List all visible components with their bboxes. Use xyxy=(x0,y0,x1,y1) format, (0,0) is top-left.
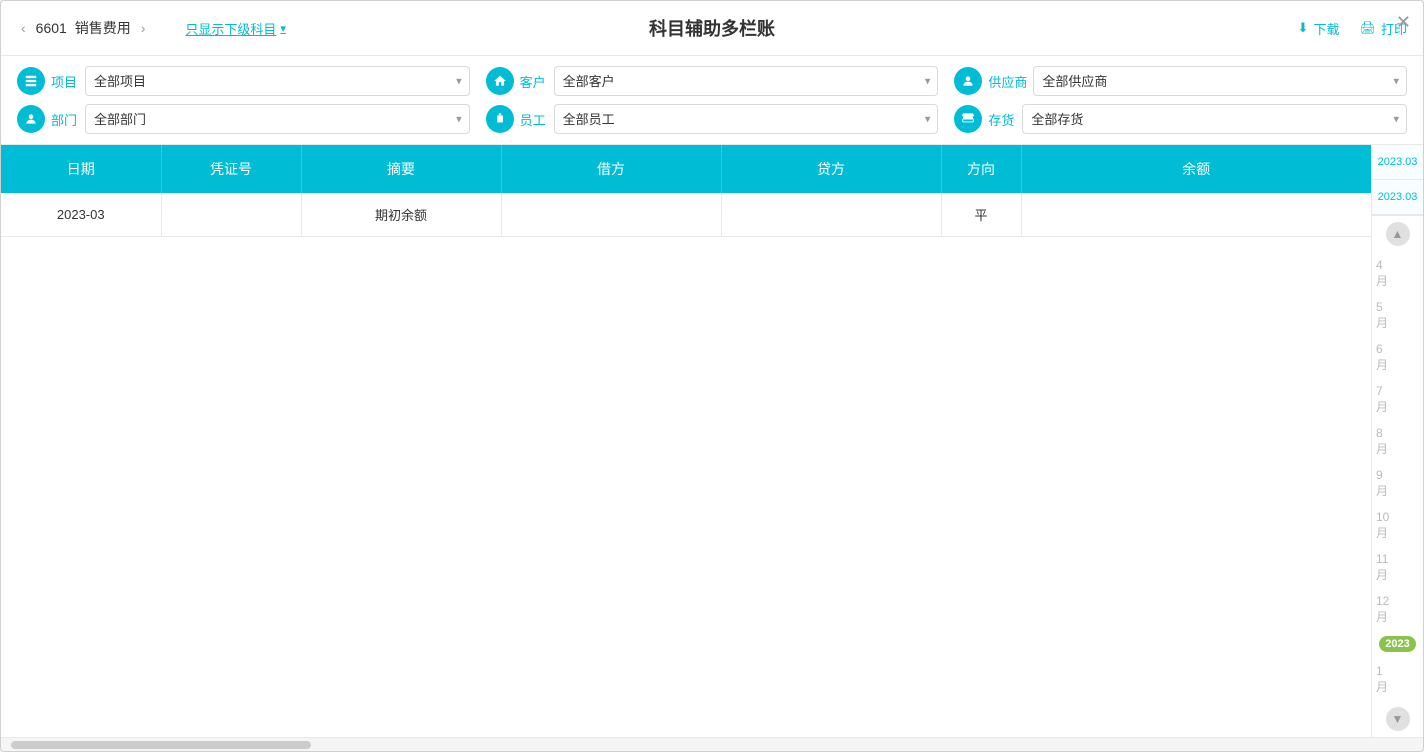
project-filter: 项目 全部项目 ▾ xyxy=(17,66,470,96)
cell-direction: 平 xyxy=(941,193,1021,237)
col-summary: 摘要 xyxy=(301,145,501,193)
employee-select-wrapper: 全部员工 ▾ xyxy=(554,104,939,134)
year-2023-badge: 2023 xyxy=(1372,634,1423,654)
cell-debit xyxy=(501,193,721,237)
cell-summary: 期初余额 xyxy=(301,193,501,237)
col-credit: 贷方 xyxy=(721,145,941,193)
department-icon xyxy=(17,105,45,133)
print-icon: 🖨 xyxy=(1359,20,1376,36)
top-actions: ⬇ 下载 🖨 打印 xyxy=(1298,19,1407,38)
sidebar-scroll-up-button[interactable]: ▲ xyxy=(1372,216,1423,252)
download-button[interactable]: ⬇ 下载 xyxy=(1298,19,1340,38)
download-icon: ⬇ xyxy=(1298,20,1309,36)
show-sub-level-button[interactable]: 只显示下级科目 ▾ xyxy=(185,19,286,38)
inventory-select[interactable]: 全部存货 xyxy=(1022,104,1407,134)
department-label: 部门 xyxy=(51,110,79,129)
prev-account-button[interactable]: ‹ xyxy=(17,18,30,38)
sidebar-period-label-2[interactable]: 2023.03 xyxy=(1372,180,1423,215)
nav-left: ‹ 6601 销售费用 › 只显示下级科目 ▾ xyxy=(17,18,286,38)
filter-row-1: 项目 全部项目 ▾ 客户 全部客户 ▾ xyxy=(17,66,1407,96)
employee-label: 员工 xyxy=(520,110,548,129)
cell-voucher xyxy=(161,193,301,237)
supplier-label: 供应商 xyxy=(988,72,1027,91)
employee-filter: 员工 全部员工 ▾ xyxy=(486,104,939,134)
sidebar-period-label-1[interactable]: 2023.03 xyxy=(1372,145,1423,180)
table-container: 日期 凭证号 摘要 借方 贷方 方向 余额 2023-03 xyxy=(1,145,1371,737)
supplier-filter: 供应商 全部供应商 ▾ xyxy=(954,66,1407,96)
project-icon xyxy=(17,67,45,95)
col-balance: 余额 xyxy=(1021,145,1371,193)
scrollbar-thumb[interactable] xyxy=(11,741,311,749)
month-7-button[interactable]: 7月 xyxy=(1372,378,1423,420)
customer-icon xyxy=(486,67,514,95)
month-11-button[interactable]: 11月 xyxy=(1372,546,1423,588)
col-date: 日期 xyxy=(1,145,161,193)
customer-select-wrapper: 全部客户 ▾ xyxy=(554,66,939,96)
inventory-select-wrapper: 全部存货 ▾ xyxy=(1022,104,1407,134)
timeline-items: 4月 5月 6月 7月 xyxy=(1372,252,1423,701)
top-bar: ‹ 6601 销售费用 › 只显示下级科目 ▾ 科目辅助多栏账 ⬇ 下载 🖨 打… xyxy=(1,1,1423,56)
filter-row-2: 部门 全部部门 ▾ 员工 全部员工 ▾ xyxy=(17,104,1407,134)
ledger-table: 日期 凭证号 摘要 借方 贷方 方向 余额 2023-03 xyxy=(1,145,1371,237)
right-sidebar: 2023.03 2023.03 ▲ 4月 xyxy=(1371,145,1423,737)
month-6-button[interactable]: 6月 xyxy=(1372,336,1423,378)
customer-label: 客户 xyxy=(520,72,548,91)
close-button[interactable]: ✕ xyxy=(1396,13,1411,31)
month-1-button[interactable]: 1月 xyxy=(1372,658,1423,700)
customer-select[interactable]: 全部客户 xyxy=(554,66,939,96)
supplier-select[interactable]: 全部供应商 xyxy=(1033,66,1407,96)
project-label: 项目 xyxy=(51,72,79,91)
employee-select[interactable]: 全部员工 xyxy=(554,104,939,134)
department-filter: 部门 全部部门 ▾ xyxy=(17,104,470,134)
inventory-filter: 存货 全部存货 ▾ xyxy=(954,104,1407,134)
scroll-up-icon: ▲ xyxy=(1386,222,1410,246)
scroll-down-icon: ▼ xyxy=(1386,707,1410,731)
col-direction: 方向 xyxy=(941,145,1021,193)
account-code: 6601 销售费用 xyxy=(36,18,131,38)
inventory-icon xyxy=(954,105,982,133)
project-select-wrapper: 全部项目 ▾ xyxy=(85,66,470,96)
filter-area: 项目 全部项目 ▾ 客户 全部客户 ▾ xyxy=(1,56,1423,145)
cell-date: 2023-03 xyxy=(1,193,161,237)
department-select[interactable]: 全部部门 xyxy=(85,104,470,134)
table-row: 2023-03 期初余额 平 xyxy=(1,193,1371,237)
employee-icon xyxy=(486,105,514,133)
col-debit: 借方 xyxy=(501,145,721,193)
cell-credit xyxy=(721,193,941,237)
month-10-button[interactable]: 10月 xyxy=(1372,504,1423,546)
month-8-button[interactable]: 8月 xyxy=(1372,420,1423,462)
department-select-wrapper: 全部部门 ▾ xyxy=(85,104,470,134)
month-4-button[interactable]: 4月 xyxy=(1372,252,1423,294)
page-title: 科目辅助多栏账 xyxy=(649,15,775,41)
month-5-button[interactable]: 5月 xyxy=(1372,294,1423,336)
main-window: ‹ 6601 销售费用 › 只显示下级科目 ▾ 科目辅助多栏账 ⬇ 下载 🖨 打… xyxy=(0,0,1424,752)
month-9-button[interactable]: 9月 xyxy=(1372,462,1423,504)
supplier-select-wrapper: 全部供应商 ▾ xyxy=(1033,66,1407,96)
col-voucher: 凭证号 xyxy=(161,145,301,193)
project-select[interactable]: 全部项目 xyxy=(85,66,470,96)
horizontal-scrollbar[interactable] xyxy=(1,737,1423,751)
sidebar-scroll-down-button[interactable]: ▼ xyxy=(1372,701,1423,737)
supplier-icon xyxy=(954,67,982,95)
inventory-label: 存货 xyxy=(988,110,1016,129)
month-12-button[interactable]: 12月 xyxy=(1372,588,1423,630)
show-sub-arrow-icon: ▾ xyxy=(280,22,286,35)
customer-filter: 客户 全部客户 ▾ xyxy=(486,66,939,96)
next-account-button[interactable]: › xyxy=(137,18,150,38)
cell-balance xyxy=(1021,193,1371,237)
